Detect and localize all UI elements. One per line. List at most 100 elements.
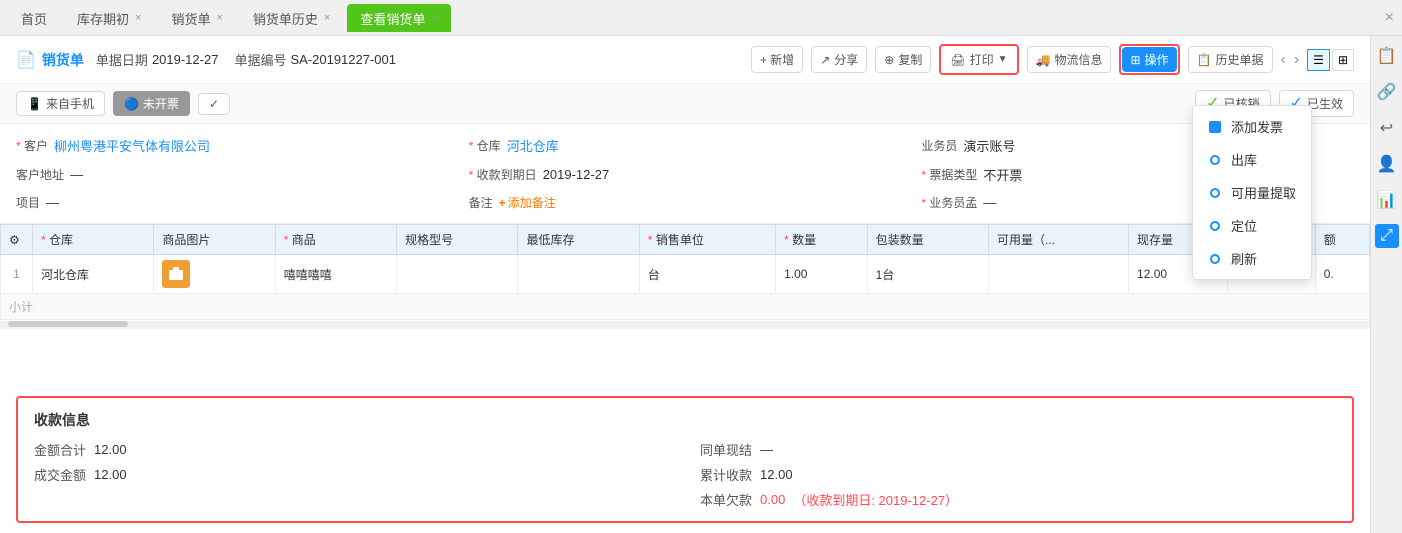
tab-sales-history[interactable]: 销货单历史 × [240,4,343,32]
dropdown-locate[interactable]: 定位 [1193,209,1311,242]
deal-amount-row: 成交金额 12.00 [34,465,670,484]
tab-sales-history-close[interactable]: × [324,12,330,24]
toolbar-row: 📱 来自手机 🔵 未开票 ✓ ✓ 已核销 ✓ 已生效 [0,84,1370,124]
amount-total-value: 12.00 [94,442,127,457]
amount-total-label: 金额合计 [34,440,86,459]
tab-view-sales-label: 查看销货单 [360,9,425,28]
scrollbar-track [8,321,128,327]
tab-inventory-label: 库存期初 [77,9,129,28]
next-button[interactable]: › [1294,51,1299,69]
product-image [162,260,190,288]
same-settle-label: 同单现结 [700,440,752,459]
h-scrollbar[interactable] [0,321,1370,329]
dropdown-outbound[interactable]: 出库 [1193,143,1311,176]
logistics-icon: 🚚 [1036,53,1051,67]
address-field: 客户地址 — [16,165,449,184]
customer-label: 客户 [16,137,48,154]
sidebar-icon-doc[interactable]: 📋 [1375,44,1399,68]
operation-button[interactable]: ⊞ 操作 [1122,47,1176,72]
outbound-icon [1207,152,1223,168]
ticket-value[interactable]: 不开票 [983,165,1022,184]
doc-title-text: 销货单 [42,50,84,70]
doc-header: 📄 销货单 单据日期 2019-12-27 单据编号 SA-20191227-0… [0,36,1370,84]
available-icon [1207,185,1223,201]
print-button[interactable]: 🖨 打印 ▼ [942,47,1015,72]
col-qty: 数量 [776,225,868,255]
row-pack-qty: 1台 [867,255,988,294]
number-label-text: 单据编号 [234,50,286,69]
view-list-button[interactable]: ☰ [1307,49,1330,71]
warehouse-value[interactable]: 河北仓库 [507,136,559,155]
dropdown-refresh[interactable]: 刷新 [1193,242,1311,275]
col-available: 可用量（... [988,225,1128,255]
sidebar-icon-return[interactable]: ↩ [1375,116,1399,140]
amount-total-row: 金额合计 12.00 [34,440,670,459]
customer-value[interactable]: 柳州粤港平安气体有限公司 [54,136,210,155]
new-button[interactable]: + 新增 [751,46,803,73]
sidebar-icon-expand[interactable]: ⤢ [1375,224,1399,248]
logistics-button[interactable]: 🚚 物流信息 [1027,46,1112,73]
row-min-stock [518,255,639,294]
view-toggle: ☰ ⊞ [1307,49,1354,71]
row-num: 1 [1,255,33,294]
add-note-button[interactable]: 添加备注 [499,194,556,211]
tab-home[interactable]: 首页 [8,4,60,32]
due-amount-note: （收款到期日: 2019-12-27） [793,490,958,509]
doc-meta: 单据日期 2019-12-27 单据编号 SA-20191227-001 [96,50,396,69]
table-header-row: ⚙ 仓库 商品图片 商品 规格型号 最低库存 销售单位 数量 包装数量 可用量（… [1,225,1370,255]
payment-title: 收款信息 [34,410,1336,430]
available-label: 可用量提取 [1231,183,1296,202]
col-amount: 额 [1315,225,1369,255]
view-grid-button[interactable]: ⊞ [1332,49,1354,71]
number-label: 单据编号 SA-20191227-001 [234,50,396,69]
payment-grid: 金额合计 12.00 成交金额 12.00 同单现结 — 累计收款 [34,440,1336,509]
subtotal-row: 小计 [1,294,1370,320]
tab-sales[interactable]: 销货单 × [158,4,235,32]
form-area: 客户 柳州粤港平安气体有限公司 仓库 河北仓库 业务员 演示账号 客户地址 — … [0,124,1370,224]
accumulated-row: 累计收款 12.00 [700,465,1336,484]
history-button[interactable]: 📋 历史单据 [1188,46,1273,73]
dropdown-add-invoice[interactable]: 添加发票 [1193,110,1311,143]
close-all-button[interactable]: × [1385,9,1394,27]
tab-sales-label: 销货单 [171,9,210,28]
deal-amount-label: 成交金额 [34,465,86,484]
payment-col2: 同单现结 — 累计收款 12.00 本单欠款 0.00 （收款到期日: 2019… [700,440,1336,509]
not-open-button[interactable]: 🔵 未开票 [113,91,190,116]
copy-button[interactable]: ⊕ 复制 [875,46,931,73]
sidebar-icon-chart[interactable]: 📊 [1375,188,1399,212]
print-button-label: 打印 [970,51,994,68]
outbound-label: 出库 [1231,150,1257,169]
logistics-button-label: 物流信息 [1054,51,1102,68]
payment-date-field: 收款到期日 2019-12-27 [469,165,902,184]
date-label-text: 单据日期 [96,50,148,69]
tab-sales-close[interactable]: × [216,12,222,24]
col-gear[interactable]: ⚙ [1,225,33,255]
share-icon: ↗ [820,53,830,67]
sidebar-icon-user[interactable]: 👤 [1375,152,1399,176]
deal-amount-value: 12.00 [94,467,127,482]
tab-inventory[interactable]: 库存期初 × [64,4,154,32]
add-invoice-icon [1207,119,1223,135]
confirm-button[interactable]: ✓ [198,93,230,115]
prev-button[interactable]: ‹ [1281,51,1286,69]
phone-icon: 📱 [27,97,42,111]
share-button[interactable]: ↗ 分享 [811,46,867,73]
payment-box: 收款信息 金额合计 12.00 成交金额 12.00 同单现结 — [16,396,1354,523]
row-qty: 1.00 [776,255,868,294]
refresh-icon [1207,251,1223,267]
table-row: 1 河北仓库 嘻嘻嘻嘻 台 1.00 1台 [1,255,1370,294]
staff-value: 演示账号 [963,136,1015,155]
sidebar-icon-link[interactable]: 🔗 [1375,80,1399,104]
row-spec [397,255,518,294]
staff2-label: 业务员孟 [921,194,977,211]
row-available [988,255,1128,294]
dropdown-available[interactable]: 可用量提取 [1193,176,1311,209]
tab-view-sales[interactable]: 查看销货单 × [347,4,450,32]
row-unit: 台 [639,255,775,294]
number-value: SA-20191227-001 [290,52,396,67]
payment-date-value[interactable]: 2019-12-27 [543,167,610,182]
from-phone-button[interactable]: 📱 来自手机 [16,91,105,116]
tab-view-sales-close[interactable]: × [431,12,437,24]
tab-inventory-close[interactable]: × [135,12,141,24]
tab-sales-history-label: 销货单历史 [253,9,318,28]
